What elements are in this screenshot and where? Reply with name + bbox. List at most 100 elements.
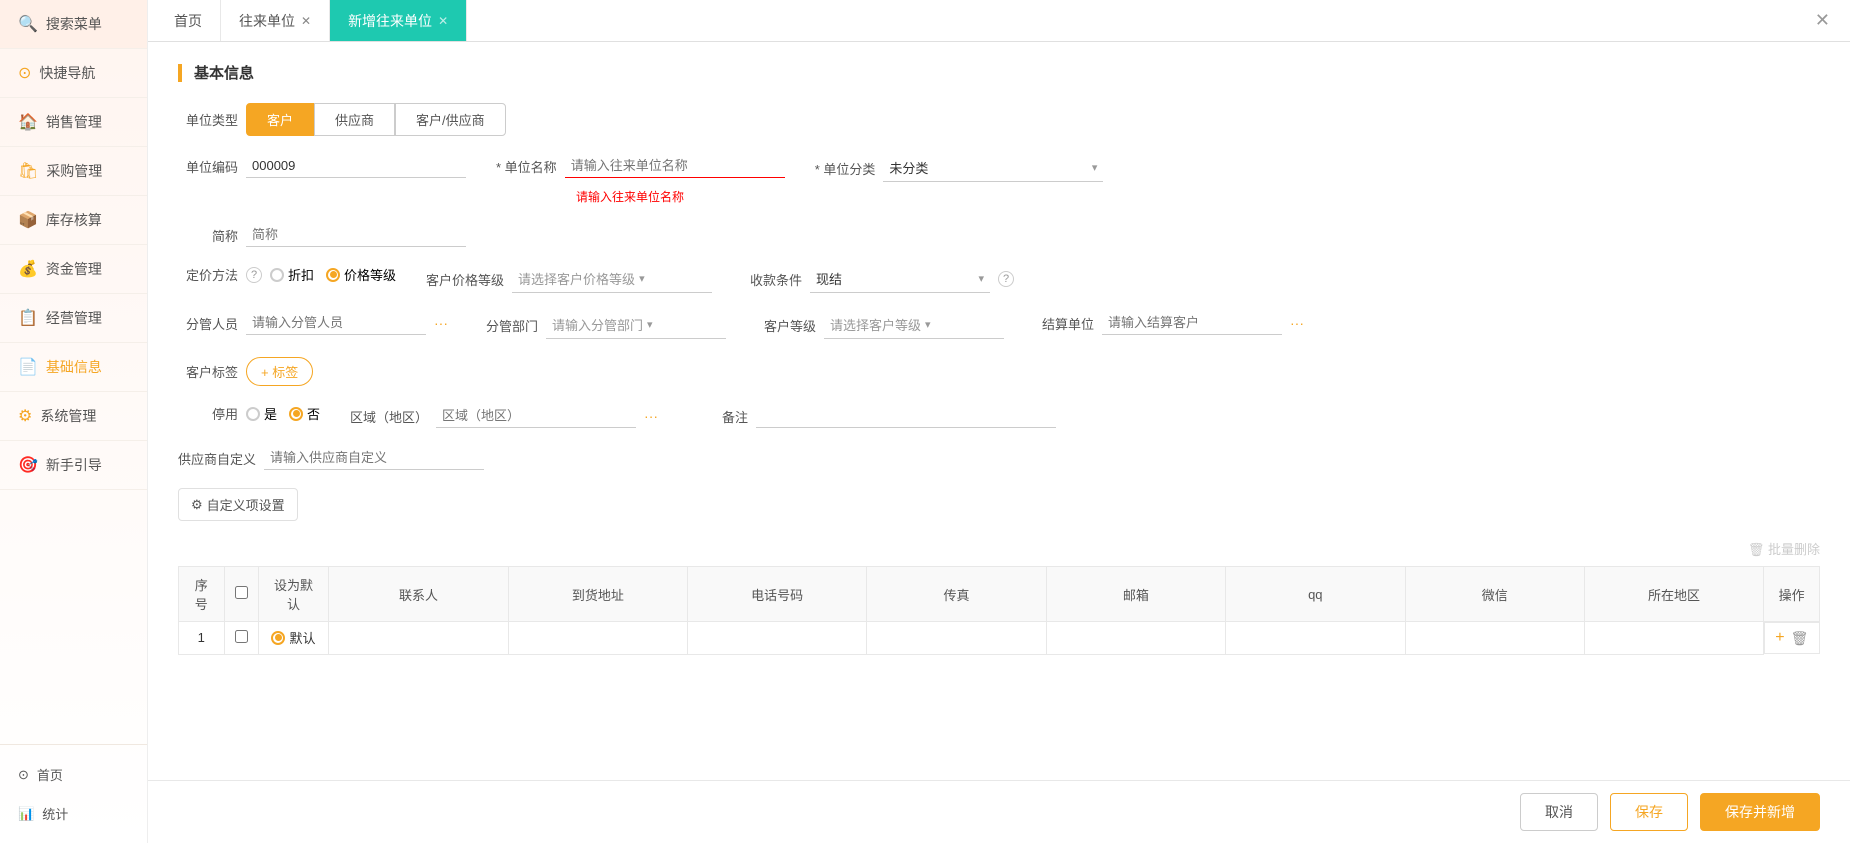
pricing-method-label: 定价方法	[178, 265, 238, 284]
customer-level-label: 客户等级	[756, 316, 816, 335]
sidebar-item-purchase[interactable]: 🛍 采购管理	[0, 147, 147, 196]
sidebar-item-basic[interactable]: 📄 基础信息	[0, 343, 147, 392]
tab-new-counterparty[interactable]: 新增往来单位 ✕	[330, 0, 467, 41]
note-input[interactable]	[756, 404, 1056, 428]
phone-input[interactable]	[698, 630, 856, 645]
supplier-custom-input[interactable]	[264, 446, 484, 470]
short-name-group: 简称	[178, 223, 466, 247]
col-action: 操作	[1764, 567, 1820, 622]
wechat-input[interactable]	[1416, 630, 1574, 645]
region-input[interactable]	[436, 404, 636, 428]
row-qq[interactable]	[1226, 622, 1406, 655]
row-region[interactable]	[1584, 622, 1763, 655]
manager-ellipsis[interactable]: ···	[434, 315, 448, 331]
dept-group: 分管部门 请输入分管部门 ▾	[478, 311, 726, 339]
radio-yes-circle	[246, 407, 260, 421]
batch-delete-button[interactable]: 🗑 批量删除	[1748, 539, 1820, 558]
row-add-button[interactable]: +	[1775, 629, 1784, 647]
form-footer: 取消 保存 保存并新增	[148, 780, 1850, 843]
row-fax[interactable]	[867, 622, 1046, 655]
type-btn-customer[interactable]: 客户	[246, 103, 314, 136]
sidebar-item-quicknav[interactable]: ⊙ 快捷导航	[0, 49, 147, 98]
disable-radio-group: 是 否	[246, 404, 320, 423]
row-phone[interactable]	[688, 622, 867, 655]
sidebar-home-bottom[interactable]: ⊙ 首页	[0, 755, 147, 794]
radio-discount[interactable]: 折扣	[270, 265, 314, 284]
window-close-button[interactable]: ✕	[1803, 10, 1842, 31]
payment-terms-select[interactable]: 现结 ▾	[810, 265, 990, 293]
col-default: 设为默认	[258, 567, 329, 622]
payment-terms-chevron: ▾	[979, 272, 985, 285]
unit-name-input[interactable]	[565, 154, 785, 178]
sidebar-stats[interactable]: 📊 统计	[0, 794, 147, 833]
customer-level-select[interactable]: 请选择客户等级 ▾	[824, 311, 1004, 339]
tab-counterparty[interactable]: 往来单位 ✕	[221, 0, 330, 41]
col-qq: qq	[1226, 567, 1406, 622]
add-tag-button[interactable]: + 标签	[246, 357, 313, 386]
settlement-unit-input[interactable]	[1102, 311, 1282, 335]
row-address[interactable]	[508, 622, 687, 655]
sidebar-item-search[interactable]: 🔍 搜索菜单	[0, 0, 147, 49]
sidebar-item-sales[interactable]: 🏠 销售管理	[0, 98, 147, 147]
disable-region-row: 停用 是 否 区域（地区） ··· 备注	[178, 404, 1820, 428]
contact-input[interactable]	[339, 630, 497, 645]
radio-no[interactable]: 否	[289, 404, 320, 423]
sidebar-item-finance[interactable]: 💰 资金管理	[0, 245, 147, 294]
payment-terms-help-icon[interactable]: ?	[998, 271, 1014, 287]
email-input[interactable]	[1057, 630, 1215, 645]
supplier-custom-row: 供应商自定义	[178, 446, 1820, 470]
col-checkbox[interactable]	[224, 567, 258, 622]
row-default-radio[interactable]: 默认	[269, 628, 319, 647]
row-wechat[interactable]	[1405, 622, 1584, 655]
row-default-circle	[271, 631, 285, 645]
row-contact[interactable]	[329, 622, 508, 655]
region-ellipsis[interactable]: ···	[644, 408, 658, 424]
sidebar-item-inventory[interactable]: 📦 库存核算	[0, 196, 147, 245]
batch-delete-icon: 🗑	[1748, 542, 1765, 557]
qq-input[interactable]	[1236, 630, 1395, 645]
address-input[interactable]	[519, 630, 677, 645]
type-btn-both[interactable]: 客户/供应商	[395, 103, 506, 136]
unit-category-select[interactable]: 未分类 ▾	[883, 154, 1103, 182]
col-phone: 电话号码	[688, 567, 867, 622]
save-new-button[interactable]: 保存并新增	[1700, 793, 1820, 831]
unit-code-input[interactable]	[246, 154, 466, 178]
sidebar-item-system[interactable]: ⚙ 系统管理	[0, 392, 147, 441]
col-region: 所在地区	[1584, 567, 1763, 622]
table-header: 序号 设为默认 联系人 到货地址 电话号码 传真 邮箱 qq 微信 所在地区 操…	[179, 567, 1820, 622]
cancel-button[interactable]: 取消	[1520, 793, 1598, 831]
tab-home[interactable]: 首页	[156, 0, 221, 41]
customer-price-select[interactable]: 请选择客户价格等级 ▾	[512, 265, 712, 293]
customer-level-placeholder: 请选择客户等级	[830, 315, 921, 334]
dept-select[interactable]: 请输入分管部门 ▾	[546, 311, 726, 339]
short-name-input[interactable]	[246, 223, 466, 247]
operations-icon: 📋	[18, 308, 38, 328]
table-body: 1 默认	[179, 622, 1820, 655]
sidebar-item-newguide[interactable]: 🎯 新手引导	[0, 441, 147, 490]
custom-settings-button[interactable]: ⚙ 自定义项设置	[178, 488, 298, 521]
radio-yes[interactable]: 是	[246, 404, 277, 423]
radio-price-level[interactable]: 价格等级	[326, 265, 396, 284]
manager-group: 分管人员 ···	[178, 311, 448, 335]
row-email[interactable]	[1046, 622, 1225, 655]
tab-counterparty-close[interactable]: ✕	[301, 14, 311, 28]
select-all-checkbox[interactable]	[235, 586, 248, 599]
inventory-icon: 📦	[18, 210, 38, 230]
fax-input[interactable]	[877, 630, 1035, 645]
finance-icon: 💰	[18, 259, 38, 279]
save-button[interactable]: 保存	[1610, 793, 1688, 831]
type-btn-supplier[interactable]: 供应商	[314, 103, 395, 136]
row-select-checkbox[interactable]	[235, 630, 248, 643]
unit-type-row: 单位类型 客户 供应商 客户/供应商	[178, 103, 1820, 136]
purchase-icon: 🛍	[18, 161, 38, 181]
tab-new-counterparty-close[interactable]: ✕	[438, 14, 448, 28]
row-checkbox[interactable]	[224, 622, 258, 655]
tab-bar: 首页 往来单位 ✕ 新增往来单位 ✕ ✕	[148, 0, 1850, 42]
row-region-input[interactable]	[1595, 630, 1753, 645]
settlement-ellipsis[interactable]: ···	[1290, 315, 1304, 331]
manager-input[interactable]	[246, 311, 426, 335]
row-delete-button[interactable]: 🗑	[1791, 630, 1809, 647]
sidebar-item-operations[interactable]: 📋 经营管理	[0, 294, 147, 343]
customer-tag-group: 客户标签 + 标签	[178, 357, 313, 386]
pricing-help-icon[interactable]: ?	[246, 267, 262, 283]
